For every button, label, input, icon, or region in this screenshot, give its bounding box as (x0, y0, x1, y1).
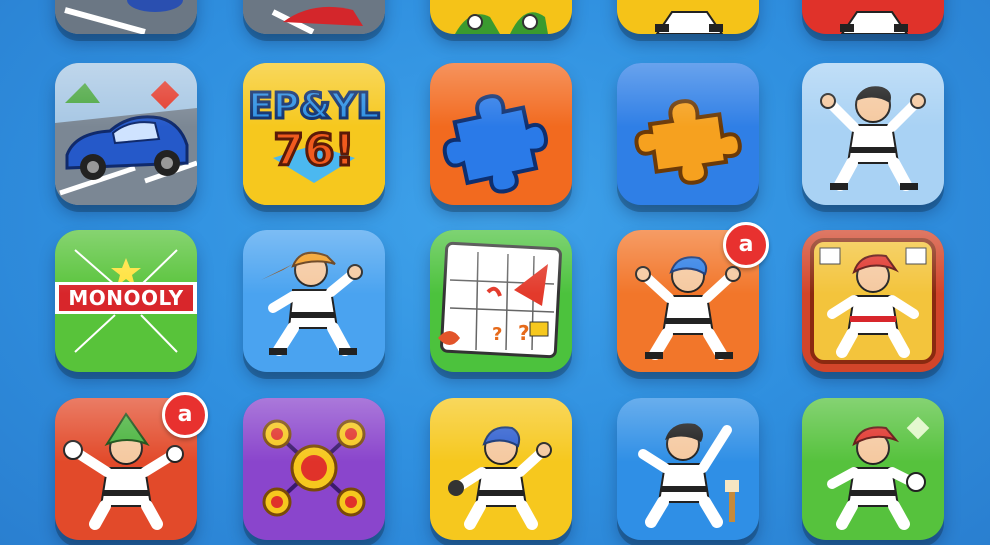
app-tile-blue-car[interactable] (55, 63, 197, 205)
svg-text:?: ? (492, 324, 502, 345)
notification-badge: a (162, 392, 208, 438)
app-tile-karate-top-yellow[interactable] (617, 0, 759, 34)
puzzle-piece-icon (634, 99, 742, 185)
app-tile-orange-puzzle[interactable] (430, 63, 572, 205)
karate-kid-icon (261, 251, 363, 356)
app-tile-ep-logo[interactable]: EP&YL 76! (243, 63, 385, 205)
race-car-icon (243, 0, 385, 34)
app-tile-green-karate[interactable] (802, 398, 944, 540)
karate-kid-icon (638, 423, 739, 528)
app-grid: EP&YL 76! MONOOLY ? ? a a (0, 0, 990, 545)
app-tile-red-frame-karate[interactable] (802, 230, 944, 372)
app-tile-redcar-top[interactable] (243, 0, 385, 34)
app-tile-blue-puzzle[interactable] (617, 63, 759, 205)
token-network-icon (262, 419, 366, 517)
app-tile-yellow-karate[interactable] (430, 398, 572, 540)
app-tile-sky-karate[interactable] (802, 63, 944, 205)
app-tile-orange-cap-karate[interactable] (243, 230, 385, 372)
dragon-icon (455, 12, 548, 34)
monoply-label: MONOOLY (68, 286, 184, 310)
app-tile-monoply[interactable]: MONOOLY (55, 230, 197, 372)
notification-badge: a (723, 222, 769, 268)
app-tile-dragon-top[interactable] (430, 0, 572, 34)
race-car-icon (55, 0, 197, 34)
karate-kid-icon (655, 11, 724, 34)
puzzle-piece-icon (442, 94, 548, 194)
karate-kid-icon (448, 426, 552, 530)
app-tile-karate-top-red[interactable] (802, 0, 944, 34)
karate-kid-icon (840, 11, 909, 34)
ep-title-line2: 76! (273, 125, 354, 176)
karate-kid-icon (820, 86, 926, 191)
ep-title-line1: EP&YL (248, 86, 379, 127)
game-logo-icon: EP&YL 76! (243, 63, 385, 205)
race-car-icon (55, 63, 197, 205)
badge-label: a (177, 402, 193, 427)
app-tile-blue-karate[interactable] (617, 398, 759, 540)
app-tile-purple-network[interactable] (243, 398, 385, 540)
badge-label: a (738, 232, 754, 257)
app-tile-board-game[interactable]: ? ? (430, 230, 572, 372)
board-game-icon: ? ? (438, 241, 562, 359)
karate-kid-icon (827, 416, 930, 530)
app-tile-car-top[interactable] (55, 0, 197, 34)
karate-kid-icon (810, 238, 936, 364)
svg-text:?: ? (518, 321, 530, 345)
